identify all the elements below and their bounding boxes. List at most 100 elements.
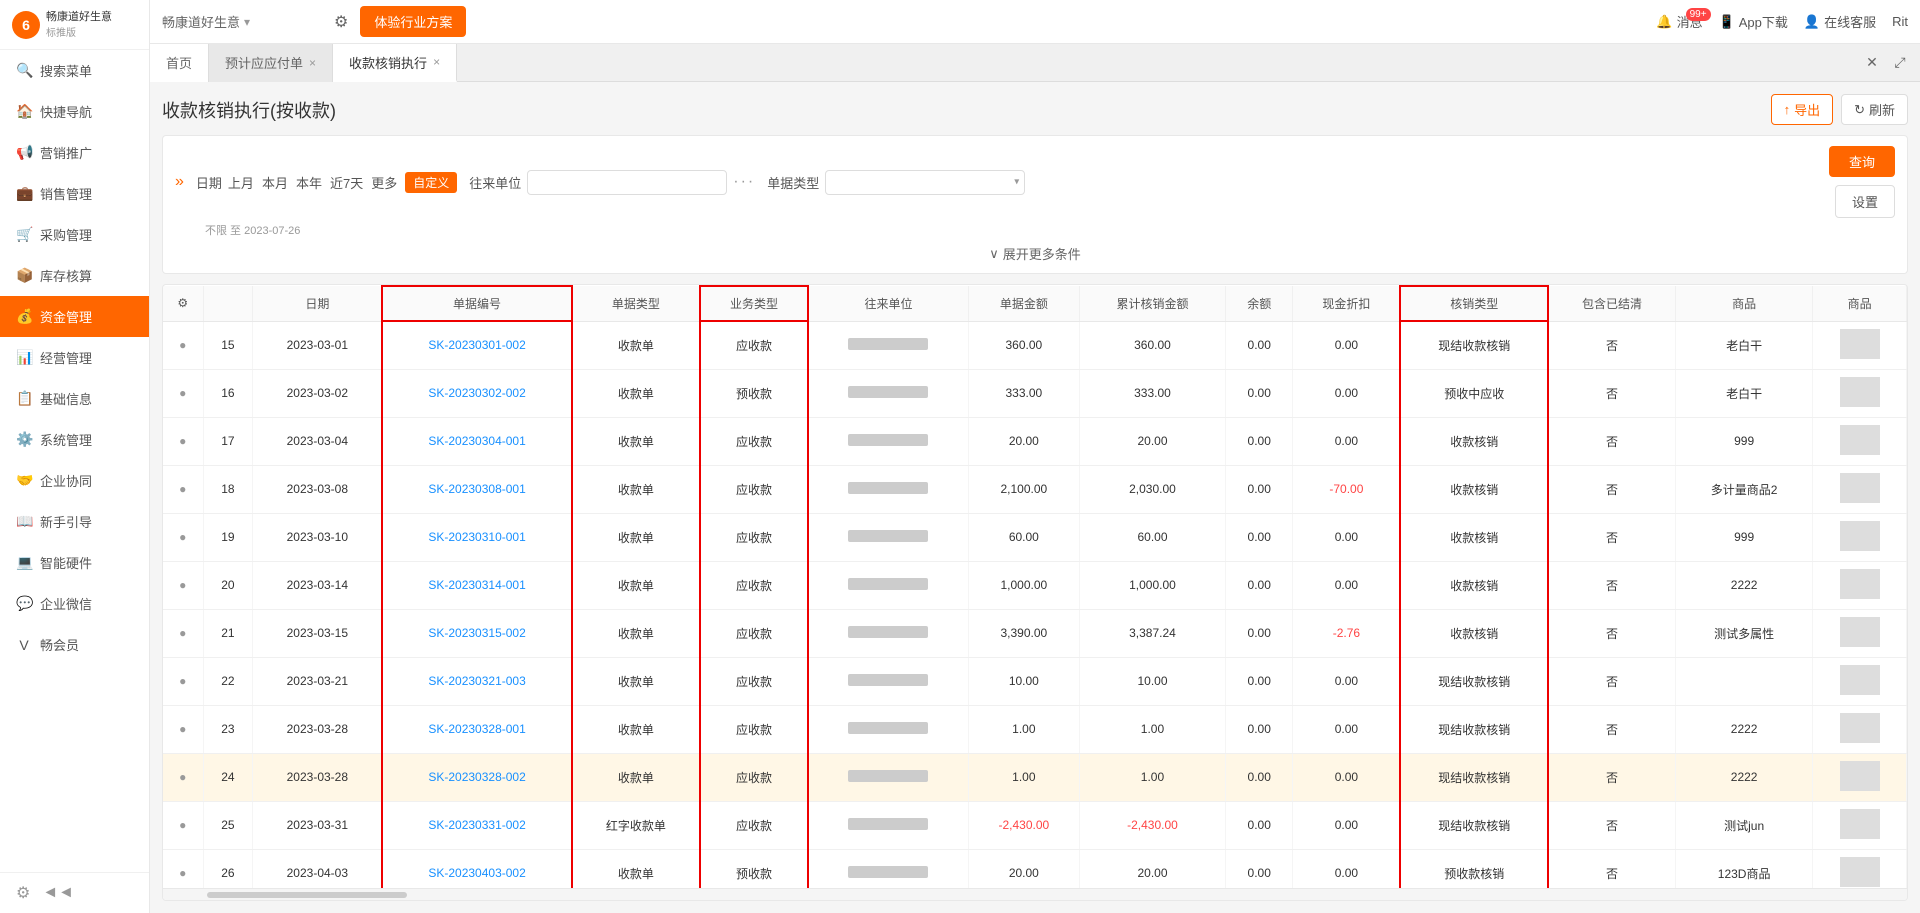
sidebar-item-base[interactable]: 📋 基础信息 [0,378,149,419]
marketing-icon: 📢 [16,144,32,161]
settings-gear-icon[interactable]: ⚙ [177,296,188,310]
col-settings[interactable]: ⚙ [163,286,203,321]
refresh-button[interactable]: ↻ 刷新 [1841,94,1908,125]
cell-amount: 360.00 [968,321,1079,369]
cell-settings[interactable]: ● [163,753,203,801]
sidebar-item-guide[interactable]: 📖 新手引导 [0,501,149,542]
tab-receipt_exec[interactable]: 收款核销执行× [333,44,457,82]
sidebar-item-sales[interactable]: 💼 销售管理 [0,173,149,214]
cell-settings[interactable]: ● [163,513,203,561]
export-icon: ↑ [1784,102,1791,117]
col-include-settled: 包含已结清 [1548,286,1675,321]
cell-settings[interactable]: ● [163,849,203,888]
expand-more-button[interactable]: ∨ 展开更多条件 [175,244,1895,263]
sidebar-item-hardware[interactable]: 💻 智能硬件 [0,542,149,583]
date-this-month[interactable]: 本月 [262,173,288,192]
cell-doctype: 收款单 [572,753,700,801]
gear-icon[interactable]: ⚙ [330,8,352,36]
doc-type-select-wrap: ▾ [825,170,1025,195]
cell-settings[interactable]: ● [163,705,203,753]
cell-settings[interactable]: ● [163,369,203,417]
tab-close-payable[interactable]: × [309,56,316,70]
collapse-icon[interactable]: ◄◄ [42,884,74,902]
sidebar-item-search[interactable]: 🔍 搜索菜单 [0,50,149,91]
online-service-button[interactable]: 👤 在线客服 [1804,12,1876,31]
date-custom[interactable]: 自定义 [405,172,457,193]
date-range-display: 不限 至 2023-07-26 [205,222,300,238]
sidebar-item-corp[interactable]: 🤝 企业协同 [0,460,149,501]
sidebar-item-marketing[interactable]: 📢 营销推广 [0,132,149,173]
filter-toggle-icon[interactable]: » [175,173,184,191]
sidebar-item-quick[interactable]: 🏠 快捷导航 [0,91,149,132]
doc-no-link[interactable]: SK-20230301-002 [428,338,525,352]
doc-no-link[interactable]: SK-20230308-001 [428,482,525,496]
user-name[interactable]: Rit [1892,14,1908,29]
cell-settings[interactable]: ● [163,801,203,849]
doc-type-input[interactable] [825,170,1025,195]
doc-no-link[interactable]: SK-20230331-002 [428,818,525,832]
solution-button[interactable]: 体验行业方案 [360,6,466,37]
notice-button[interactable]: 🔔 消息 99+ [1656,12,1702,31]
search-icon: 🔍 [16,62,32,79]
doc-no-link[interactable]: SK-20230314-001 [428,578,525,592]
tab-close-receipt_exec[interactable]: × [433,55,440,69]
doc-no-link[interactable]: SK-20230315-002 [428,626,525,640]
date-last-month[interactable]: 上月 [228,173,254,192]
doc-no-link[interactable]: SK-20230304-001 [428,434,525,448]
cell-partner [808,513,968,561]
sidebar-item-member[interactable]: V 畅会员 [0,624,149,665]
table-row: ● 22 2023-03-21 SK-20230321-003 收款单 应收款 … [163,657,1907,705]
tabbar-expand-button[interactable]: ⤢ [1888,51,1912,75]
cell-settings[interactable]: ● [163,657,203,705]
cell-doctype: 收款单 [572,465,700,513]
doc-no-link[interactable]: SK-20230328-001 [428,722,525,736]
cell-settings[interactable]: ● [163,417,203,465]
filter-settings-button[interactable]: 设置 [1835,185,1895,218]
doc-no-link[interactable]: SK-20230310-001 [428,530,525,544]
cell-settings[interactable]: ● [163,561,203,609]
doc-no-link[interactable]: SK-20230302-002 [428,386,525,400]
cell-writeoff-amount: 3,387.24 [1079,609,1225,657]
export-button[interactable]: ↑ 导出 [1771,94,1834,125]
sidebar-item-system[interactable]: ⚙️ 系统管理 [0,419,149,460]
tabbar-close-button[interactable]: ✕ [1860,51,1884,75]
brand-arrow-icon[interactable]: ▾ [244,15,250,29]
cell-docno: SK-20230302-002 [382,369,571,417]
table-row: ● 21 2023-03-15 SK-20230315-002 收款单 应收款 … [163,609,1907,657]
doc-type-filter: 单据类型 ▾ [767,170,1025,195]
table-container[interactable]: ⚙ 日期 单据编号 单据类型 业务类型 往来单位 单据金额 累计核销金额 余额 … [163,285,1907,888]
sidebar-item-wechat[interactable]: 💬 企业微信 [0,583,149,624]
sidebar-item-finance[interactable]: 💰 资金管理 [0,296,149,337]
cell-settings[interactable]: ● [163,465,203,513]
tab-home[interactable]: 首页 [150,44,209,82]
doc-no-link[interactable]: SK-20230321-003 [428,674,525,688]
doc-no-link[interactable]: SK-20230403-002 [428,866,525,880]
cell-cash-discount: -70.00 [1293,465,1401,513]
cell-writeoff-type: 预收款核销 [1400,849,1548,888]
tab-payable[interactable]: 预计应应付单× [209,44,333,82]
settings-icon[interactable]: ⚙ [16,883,30,903]
topbar-brand: 畅康道好生意 ▾ [162,12,322,31]
partner-input[interactable] [527,170,727,195]
date-7days[interactable]: 近7天 [330,173,363,192]
date-this-year[interactable]: 本年 [296,173,322,192]
partner-filter: 往来单位 ··· [469,170,755,195]
cell-include-settled: 否 [1548,561,1675,609]
date-more[interactable]: 更多 [371,173,397,192]
partner-dots[interactable]: ··· [733,173,755,191]
sidebar-item-operation[interactable]: 📊 经营管理 [0,337,149,378]
horizontal-scrollbar[interactable] [163,888,1907,900]
cell-writeoff-type: 现结收款核销 [1400,753,1548,801]
cell-writeoff-amount: 1.00 [1079,753,1225,801]
sidebar-item-purchase[interactable]: 🛒 采购管理 [0,214,149,255]
cell-amount: -2,430.00 [968,801,1079,849]
doc-no-link[interactable]: SK-20230328-002 [428,770,525,784]
app-download-button[interactable]: 📱 App下载 [1719,12,1788,31]
search-button[interactable]: 查询 [1829,146,1895,177]
cell-cash-discount: 0.00 [1293,513,1401,561]
cell-settings[interactable]: ● [163,321,203,369]
cell-writeoff-amount: 1.00 [1079,705,1225,753]
cell-goods2 [1813,753,1907,801]
cell-settings[interactable]: ● [163,609,203,657]
sidebar-item-inventory[interactable]: 📦 库存核算 [0,255,149,296]
